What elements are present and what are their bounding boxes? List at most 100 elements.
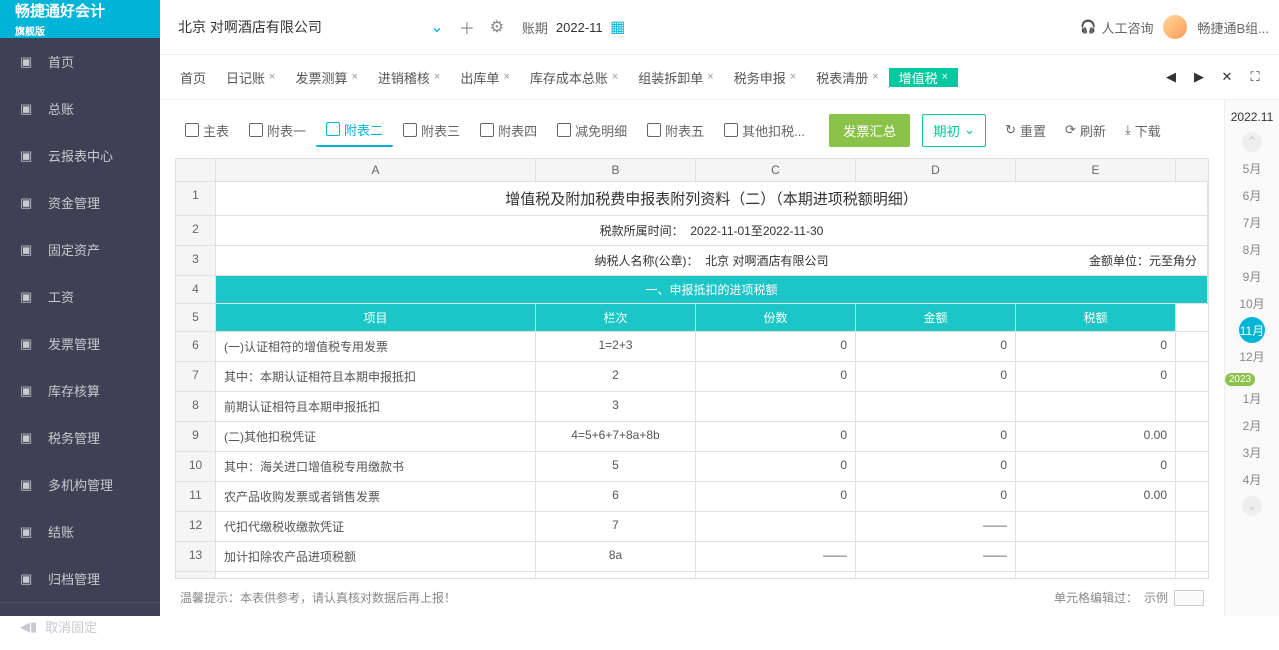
cell-tax[interactable]: 0 xyxy=(1016,452,1176,481)
sidebar-item-inventory[interactable]: ▣库存核算 xyxy=(0,367,160,414)
col-header[interactable]: C xyxy=(696,159,856,181)
tab-发票测算[interactable]: 发票测算× xyxy=(285,68,367,87)
month-item[interactable]: 2月 xyxy=(1237,412,1267,439)
table-row[interactable]: 13加计扣除农产品进项税额8a———— xyxy=(176,542,1208,572)
cell-amt[interactable]: 0 xyxy=(856,452,1016,481)
refresh-button[interactable]: ⟳刷新 xyxy=(1065,121,1106,140)
period-init-button[interactable]: 期初 ⌄ xyxy=(922,114,986,147)
tab-close-icon[interactable]: × xyxy=(872,71,878,83)
cell-col[interactable]: 8b xyxy=(536,572,696,579)
month-item[interactable]: 5月 xyxy=(1237,155,1267,182)
cell-amt[interactable]: —— xyxy=(856,542,1016,571)
fullscreen-button[interactable]: ⛶ xyxy=(1241,63,1269,91)
cell-item[interactable]: 代扣代缴税收缴款凭证 xyxy=(216,512,536,541)
tab-close-icon[interactable]: × xyxy=(707,71,713,83)
spreadsheet[interactable]: A B C D E 1增值税及附加税费申报表附列资料（二）（本期进项税额明细） … xyxy=(175,158,1209,579)
cell-amt[interactable] xyxy=(856,392,1016,421)
table-row[interactable]: 8前期认证相符且本期申报抵扣3 xyxy=(176,392,1208,422)
sidebar-item-asset[interactable]: ▣固定资产 xyxy=(0,226,160,273)
tab-出库单[interactable]: 出库单× xyxy=(450,68,519,87)
month-item[interactable]: 8月 xyxy=(1237,236,1267,263)
month-item[interactable]: 1月 xyxy=(1237,385,1267,412)
cell-qty[interactable]: 0 xyxy=(696,422,856,451)
cell-item[interactable]: 其他 xyxy=(216,572,536,579)
cell-col[interactable]: 7 xyxy=(536,512,696,541)
month-item[interactable]: 4月 xyxy=(1237,466,1267,493)
sheet-tab[interactable]: 附表五 xyxy=(637,114,714,147)
sidebar-item-chart[interactable]: ▣云报表中心 xyxy=(0,132,160,179)
sheet-tab[interactable]: 附表一 xyxy=(239,114,316,147)
sidebar-item-salary[interactable]: ▣工资 xyxy=(0,273,160,320)
col-header[interactable]: E xyxy=(1016,159,1176,181)
cell-tax[interactable]: 0.00 xyxy=(1016,482,1176,511)
cell-item[interactable]: (一)认证相符的增值税专用发票 xyxy=(216,332,536,361)
cell-qty[interactable]: 0 xyxy=(696,482,856,511)
row-head[interactable]: 14 xyxy=(176,572,216,579)
cell-qty[interactable]: 0 xyxy=(696,332,856,361)
tab-增值税[interactable]: 增值税× xyxy=(889,68,958,87)
tab-next-button[interactable]: ▶ xyxy=(1185,63,1213,91)
sheet-tab[interactable]: 附表四 xyxy=(470,114,547,147)
cell-col[interactable]: 5 xyxy=(536,452,696,481)
row-head[interactable]: 10 xyxy=(176,452,216,481)
tab-税务申报[interactable]: 税务申报× xyxy=(724,68,806,87)
cell-item[interactable]: 前期认证相符且本期申报抵扣 xyxy=(216,392,536,421)
cell-item[interactable]: 加计扣除农产品进项税额 xyxy=(216,542,536,571)
tab-close-all-button[interactable]: ✕ xyxy=(1213,63,1241,91)
row-head[interactable]: 5 xyxy=(176,304,216,331)
cell-col[interactable]: 1=2+3 xyxy=(536,332,696,361)
month-item[interactable]: 7月 xyxy=(1237,209,1267,236)
month-item[interactable]: 3月 xyxy=(1237,439,1267,466)
row-head[interactable]: 1 xyxy=(176,182,216,215)
tab-close-icon[interactable]: × xyxy=(434,71,440,83)
cell-col[interactable]: 8a xyxy=(536,542,696,571)
month-item[interactable]: 12月 xyxy=(1237,343,1267,370)
month-item[interactable]: 6月 xyxy=(1237,182,1267,209)
sidebar-item-ledger[interactable]: ▣总账 xyxy=(0,85,160,132)
row-head[interactable]: 9 xyxy=(176,422,216,451)
sidebar-item-org[interactable]: ▣多机构管理 xyxy=(0,461,160,508)
cell-amt[interactable]: 0 xyxy=(856,572,1016,579)
unpin-button[interactable]: ◀▮ 取消固定 xyxy=(0,602,160,650)
cell-qty[interactable] xyxy=(696,392,856,421)
cell-col[interactable]: 3 xyxy=(536,392,696,421)
sheet-tab[interactable]: 附表三 xyxy=(393,114,470,147)
cell-item[interactable]: (二)其他扣税凭证 xyxy=(216,422,536,451)
sheet-tab[interactable]: 减免明细 xyxy=(547,114,637,147)
tab-close-icon[interactable]: × xyxy=(942,71,948,83)
month-active[interactable]: 11月 xyxy=(1239,317,1265,343)
username[interactable]: 畅捷通B组... xyxy=(1197,18,1269,37)
invoice-summary-button[interactable]: 发票汇总 xyxy=(829,114,910,147)
row-head[interactable]: 4 xyxy=(176,276,216,303)
download-button[interactable]: ⤓下载 xyxy=(1125,121,1161,140)
tab-close-icon[interactable]: × xyxy=(790,71,796,83)
cell-qty[interactable] xyxy=(696,512,856,541)
table-row[interactable]: 9(二)其他扣税凭证4=5+6+7+8a+8b000.00 xyxy=(176,422,1208,452)
year-up-button[interactable]: ⌃ xyxy=(1242,132,1262,152)
consult-button[interactable]: 🎧 人工咨询 xyxy=(1080,18,1153,37)
tab-日记账[interactable]: 日记账× xyxy=(216,68,285,87)
table-row[interactable]: 7其中：本期认证相符且本期申报抵扣2000 xyxy=(176,362,1208,392)
table-row[interactable]: 14其他8b000 xyxy=(176,572,1208,579)
company-name[interactable]: 北京 对啊酒店有限公司 xyxy=(178,17,322,37)
tab-close-icon[interactable]: × xyxy=(612,71,618,83)
row-head[interactable]: 12 xyxy=(176,512,216,541)
cell-col[interactable]: 6 xyxy=(536,482,696,511)
tab-close-icon[interactable]: × xyxy=(503,71,509,83)
sheet-tab[interactable]: 其他扣税... xyxy=(714,114,815,147)
cell-item[interactable]: 其中：本期认证相符且本期申报抵扣 xyxy=(216,362,536,391)
sheet-tab[interactable]: 附表二 xyxy=(316,114,393,147)
tab-close-icon[interactable]: × xyxy=(269,71,275,83)
sidebar-item-invoice[interactable]: ▣发票管理 xyxy=(0,320,160,367)
col-header[interactable]: A xyxy=(216,159,536,181)
sidebar-item-close-book[interactable]: ▣结账 xyxy=(0,508,160,555)
period-value[interactable]: 2022-11 xyxy=(556,20,603,35)
cell-col[interactable]: 4=5+6+7+8a+8b xyxy=(536,422,696,451)
avatar[interactable] xyxy=(1163,15,1187,39)
cell-item[interactable]: 其中：海关进口增值税专用缴款书 xyxy=(216,452,536,481)
row-head[interactable]: 3 xyxy=(176,246,216,275)
cell-tax[interactable]: 0 xyxy=(1016,362,1176,391)
sheet-tab[interactable]: 主表 xyxy=(175,114,239,147)
tab-税表清册[interactable]: 税表清册× xyxy=(806,68,888,87)
tab-close-icon[interactable]: × xyxy=(351,71,357,83)
